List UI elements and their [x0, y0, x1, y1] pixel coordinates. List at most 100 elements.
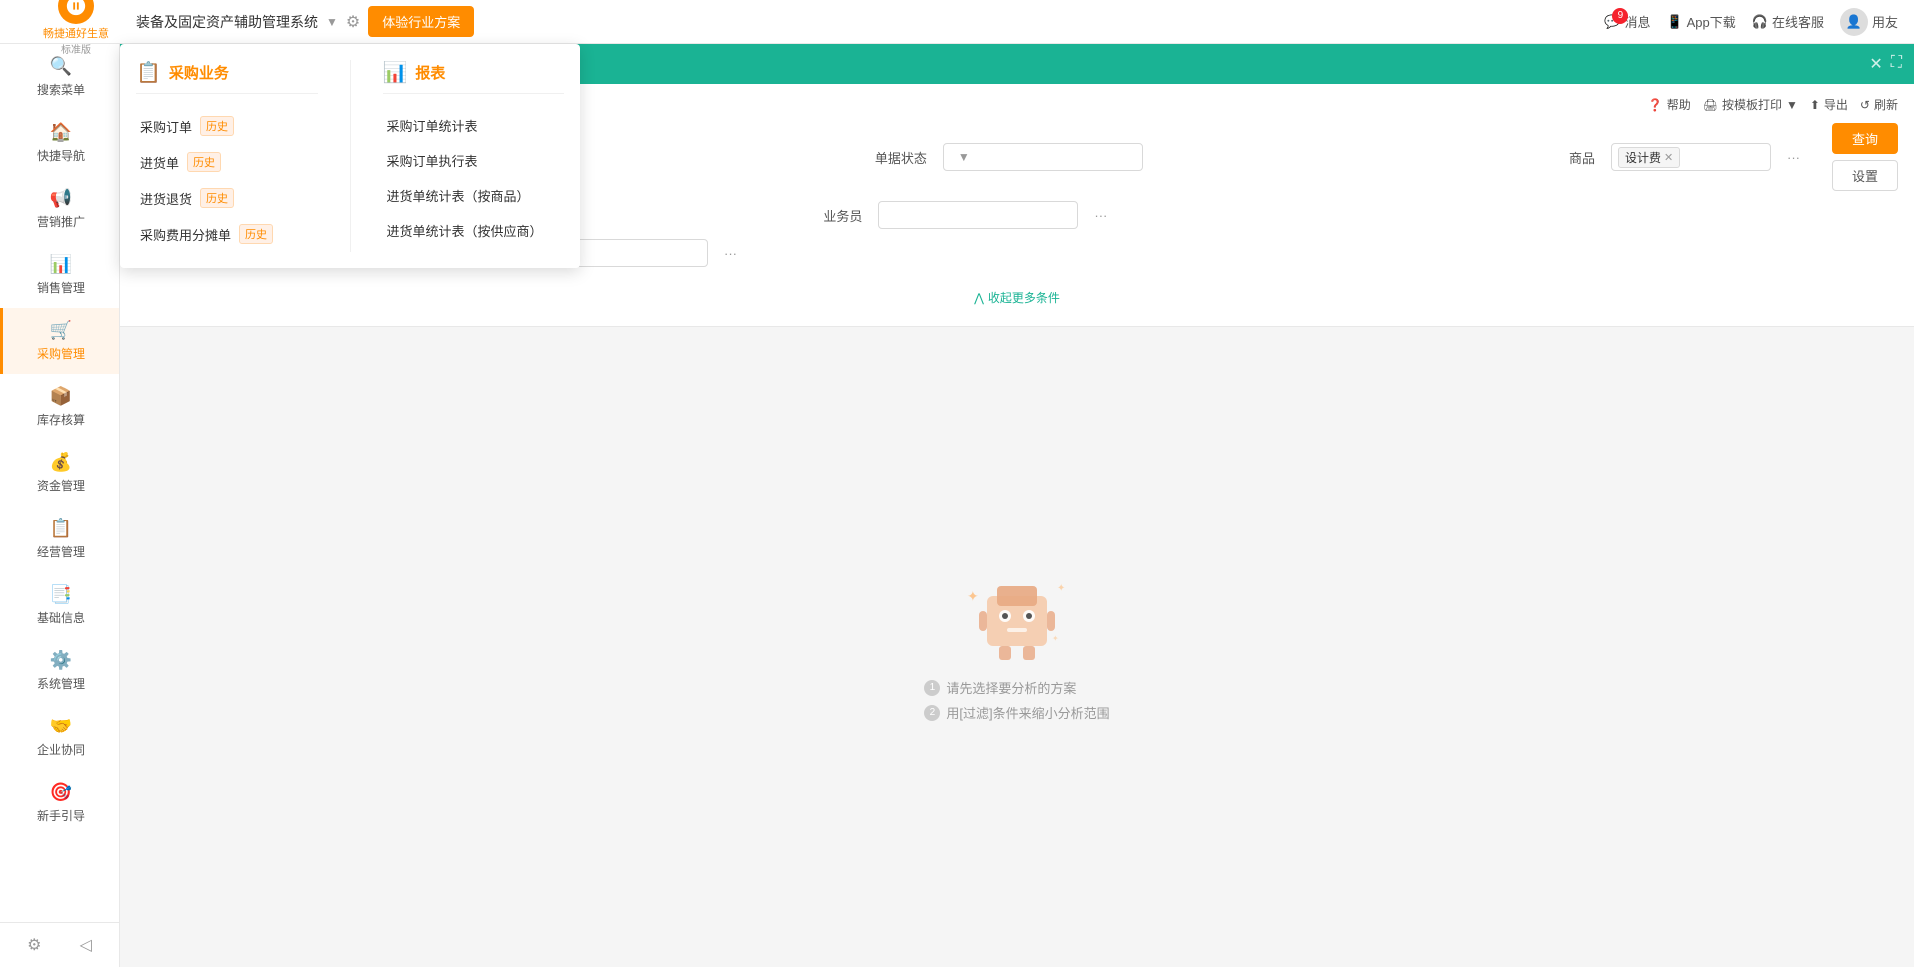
toolbar-right: ❓ 帮助 🖨 按模板打印 ▼ ⬆ 导出 ↺ 刷新	[1648, 96, 1898, 113]
base-icon: 📑	[50, 584, 72, 605]
settings-bottom-icon[interactable]: ⚙	[27, 935, 41, 955]
service-item[interactable]: 🎧 在线客服	[1752, 12, 1824, 31]
history-badge-return[interactable]: 历史	[200, 188, 234, 208]
print-button[interactable]: 🖨 按模板打印 ▼	[1703, 96, 1798, 113]
menu-item-po[interactable]: 采购订单 历史	[136, 108, 318, 144]
empty-hints: 1 请先选择要分析的方案 2 用[过滤]条件来缩小分析范围	[924, 678, 1109, 728]
goods-tag: 设计费 ✕	[1618, 147, 1680, 168]
system-name: 装备及固定资产辅助管理系统 ▼ ⚙ 体验行业方案	[136, 6, 1604, 37]
menu-item-receipt-goods[interactable]: 进货单统计表（按商品）	[383, 178, 565, 213]
user-item[interactable]: 👤 用友	[1840, 8, 1898, 36]
collapse-arrow-icon: ⋀	[974, 291, 984, 305]
sidebar-item-guide[interactable]: 🎯 新手引导	[0, 770, 119, 836]
search-icon: 🔍	[50, 56, 72, 77]
purchase-section-title: 📋 采购业务	[136, 60, 318, 94]
svg-text:✦: ✦	[1052, 634, 1059, 643]
finance-icon: 💰	[50, 452, 72, 473]
marketing-icon: 📢	[50, 188, 72, 209]
top-right: 💬 9 消息 📱 App下载 🎧 在线客服 👤 用友	[1604, 8, 1898, 36]
help-button[interactable]: ❓ 帮助	[1648, 96, 1691, 113]
svg-text:✦: ✦	[967, 588, 979, 604]
goods-more-dots[interactable]: ···	[1787, 150, 1800, 165]
purchase-section-icon: 📋	[136, 60, 161, 85]
print-icon: 🖨	[1703, 98, 1718, 112]
logo-area: 畅捷通好生意 标准版	[16, 0, 136, 56]
menu-item-po-stats[interactable]: 采购订单统计表	[383, 108, 565, 143]
sidebar-label-sales: 销售管理	[37, 279, 85, 296]
purchase-section: 📋 采购业务 采购订单 历史 进货单 历史 进货退货 历史 采购费用分摊单 历史	[136, 60, 318, 252]
menu-label-receipt-goods: 进货单统计表（按商品）	[387, 186, 530, 205]
customer-more-dots[interactable]: ···	[724, 246, 737, 261]
sidebar-item-finance[interactable]: 💰 资金管理	[0, 440, 119, 506]
collapse-button[interactable]: ⋀ 收起更多条件	[974, 281, 1060, 314]
settings-icon[interactable]: ⚙	[346, 12, 360, 32]
msg-count: 9	[1612, 8, 1628, 24]
menu-item-expense[interactable]: 采购费用分摊单 历史	[136, 216, 318, 252]
service-label: 在线客服	[1772, 12, 1824, 31]
refresh-icon: ↺	[1860, 98, 1870, 112]
sidebar-label-collab: 企业协同	[37, 741, 85, 758]
sidebar-item-purchase[interactable]: 🛒 采购管理	[0, 308, 119, 374]
hint-item-2: 2 用[过滤]条件来缩小分析范围	[924, 703, 1109, 722]
doc-status-label: 单据状态	[875, 148, 927, 167]
system-title: 装备及固定资产辅助管理系统	[136, 12, 318, 32]
query-button[interactable]: 查询	[1832, 123, 1898, 154]
salesman-select[interactable]	[878, 201, 1078, 229]
collapse-sidebar-icon[interactable]: ◁	[80, 935, 92, 955]
sidebar-label-inventory: 库存核算	[37, 411, 85, 428]
sidebar-item-marketing[interactable]: 📢 营销推广	[0, 176, 119, 242]
sidebar-item-quick[interactable]: 🏠 快捷导航	[0, 110, 119, 176]
history-badge-expense[interactable]: 历史	[239, 224, 273, 244]
menu-item-receipt-supplier[interactable]: 进货单统计表（按供应商）	[383, 213, 565, 248]
empty-state: ✦ ✦ ✦ 1 请先选择要分析的方案 2 用[过滤]条件来缩小分析范围	[120, 327, 1914, 967]
sales-icon: 📊	[50, 254, 72, 275]
sidebar-item-sales[interactable]: 📊 销售管理	[0, 242, 119, 308]
refresh-button[interactable]: ↺ 刷新	[1860, 96, 1898, 113]
phone-icon: 📱	[1666, 14, 1682, 30]
sidebar-label-finance: 资金管理	[37, 477, 85, 494]
history-badge-receipt[interactable]: 历史	[187, 152, 221, 172]
menu-label-expense: 采购费用分摊单	[140, 225, 231, 244]
menu-item-receipt[interactable]: 进货单 历史	[136, 144, 318, 180]
export-button[interactable]: ⬆ 导出	[1810, 96, 1848, 113]
menu-label-po: 采购订单	[140, 117, 192, 136]
sidebar-item-collab[interactable]: 🤝 企业协同	[0, 704, 119, 770]
sidebar-item-system[interactable]: ⚙️ 系统管理	[0, 638, 119, 704]
logo-icon	[58, 0, 94, 24]
operation-icon: 📋	[50, 518, 72, 539]
set-button[interactable]: 设置	[1832, 160, 1898, 191]
hint-dot-2: 2	[924, 705, 940, 721]
purchase-icon: 🛒	[50, 320, 72, 341]
menu-label-receipt-supplier: 进货单统计表（按供应商）	[387, 221, 543, 240]
tab-close-window-icon[interactable]: ✕	[1869, 54, 1882, 74]
sidebar-item-operation[interactable]: 📋 经营管理	[0, 506, 119, 572]
report-section-title: 📊 报表	[383, 60, 565, 94]
doc-status-select[interactable]: ▼	[943, 143, 1143, 171]
sidebar-item-inventory[interactable]: 📦 库存核算	[0, 374, 119, 440]
goods-filter[interactable]: 设计费 ✕	[1611, 143, 1771, 171]
print-dropdown-icon: ▼	[1786, 98, 1798, 112]
logo-text: 畅捷通好生意	[43, 25, 109, 41]
salesman-more-dots[interactable]: ···	[1094, 208, 1107, 223]
sidebar-label-system: 系统管理	[37, 675, 85, 692]
salesman-label: 业务员	[823, 206, 862, 225]
msg-badge: 💬 9	[1604, 14, 1620, 30]
sidebar-item-base[interactable]: 📑 基础信息	[0, 572, 119, 638]
tab-expand-icon[interactable]: ⛶	[1891, 54, 1902, 74]
home-icon: 🏠	[50, 122, 72, 143]
hint-item-1: 1 请先选择要分析的方案	[924, 678, 1109, 697]
history-badge-po[interactable]: 历史	[200, 116, 234, 136]
message-item[interactable]: 💬 9 消息	[1604, 12, 1650, 31]
report-section-icon: 📊	[383, 60, 408, 85]
message-label: 消息	[1624, 12, 1650, 31]
goods-tag-close[interactable]: ✕	[1664, 151, 1673, 164]
sidebar-label-purchase: 采购管理	[37, 345, 85, 362]
tab-right-controls: ✕ ⛶	[1869, 54, 1902, 74]
menu-item-po-exec[interactable]: 采购订单执行表	[383, 143, 565, 178]
hint-text-1: 请先选择要分析的方案	[946, 678, 1076, 697]
guide-icon: 🎯	[50, 782, 72, 803]
app-download-item[interactable]: 📱 App下载	[1666, 12, 1735, 31]
industry-button[interactable]: 体验行业方案	[368, 6, 474, 37]
system-dropdown-arrow[interactable]: ▼	[326, 15, 338, 29]
menu-item-return[interactable]: 进货退货 历史	[136, 180, 318, 216]
